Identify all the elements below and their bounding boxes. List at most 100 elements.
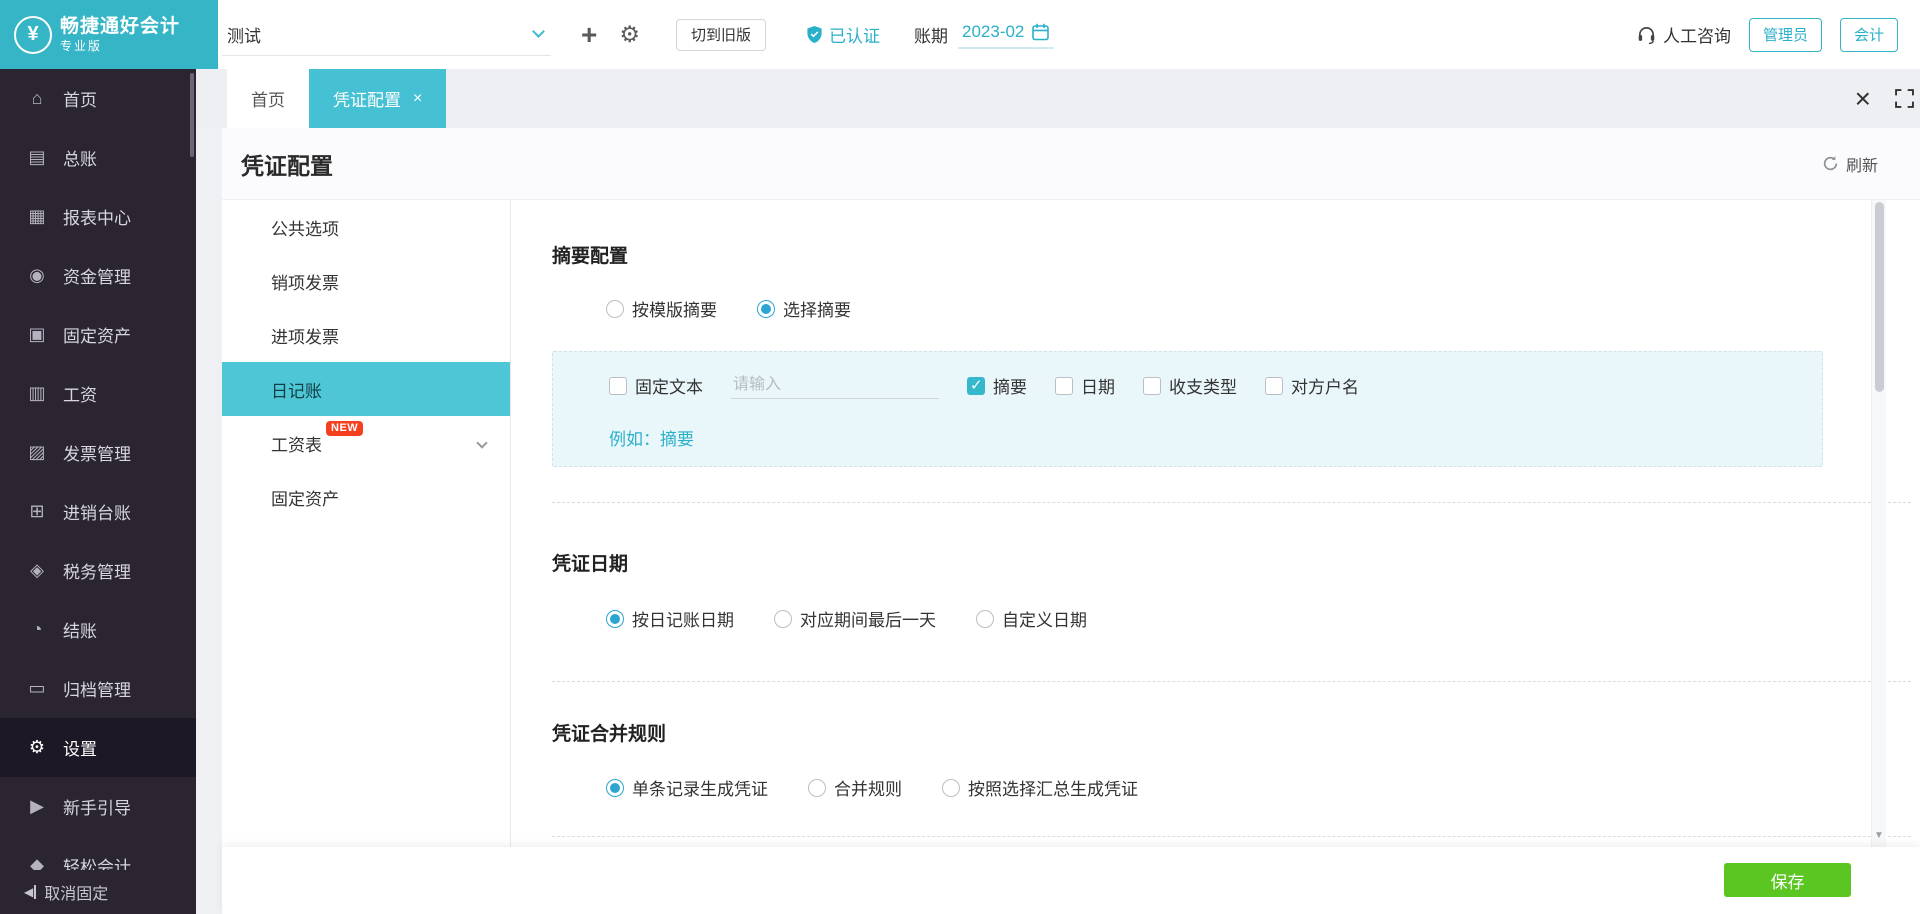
topbar-right: 人工咨询 管理员 会计 <box>1637 0 1898 69</box>
sidebar-item-salary[interactable]: ▥ 工资 <box>0 364 196 423</box>
tab-home[interactable]: 首页 <box>227 69 309 128</box>
example-value: 摘要 <box>660 430 694 449</box>
guide-icon: ▶ <box>26 796 48 817</box>
radio-merge-by-selection[interactable]: 按照选择汇总生成凭证 <box>942 775 1138 800</box>
submenu-item-label: 公共选项 <box>271 215 339 240</box>
new-badge: NEW <box>326 421 363 436</box>
refresh-label: 刷新 <box>1846 152 1878 176</box>
support-label: 人工咨询 <box>1663 22 1731 47</box>
tab-label: 凭证配置 <box>333 86 401 111</box>
summary-mode-radios: 按模版摘要 选择摘要 <box>606 296 1911 321</box>
submenu-item-salary-sheet[interactable]: 工资表 NEW <box>222 416 510 470</box>
brand-title: 畅捷通好会计 <box>60 16 180 38</box>
close-icon[interactable]: × <box>1855 85 1871 113</box>
collapse-icon: ◀ <box>24 885 33 899</box>
checkbox-icon <box>1055 377 1073 395</box>
admin-button[interactable]: 管理员 <box>1749 18 1822 52</box>
company-name: 测试 <box>227 22 261 47</box>
submenu-item-fixed-assets[interactable]: 固定资产 <box>222 470 510 524</box>
checkbox-summary[interactable]: 摘要 <box>967 373 1027 398</box>
brand-text: 畅捷通好会计 专业版 <box>60 16 180 54</box>
sidebar-scrollbar[interactable] <box>190 73 194 157</box>
sidebar-item-home[interactable]: ⌂ 首页 <box>0 69 196 128</box>
submenu-item-label: 销项发票 <box>271 269 339 294</box>
certified-label: 已认证 <box>829 22 880 47</box>
submenu-item-purchase-invoice[interactable]: 进项发票 <box>222 308 510 362</box>
sidebar-item-archive[interactable]: ▭ 归档管理 <box>0 659 196 718</box>
sidebar-item-tax[interactable]: ◈ 税务管理 <box>0 541 196 600</box>
sidebar-item-fixed-assets[interactable]: ▣ 固定资产 <box>0 305 196 364</box>
radio-journal-date[interactable]: 按日记账日期 <box>606 606 734 631</box>
support-link[interactable]: 人工咨询 <box>1637 22 1731 47</box>
headset-icon <box>1637 25 1656 44</box>
radio-icon <box>606 779 624 797</box>
radio-custom-date[interactable]: 自定义日期 <box>976 606 1087 631</box>
radio-label: 合并规则 <box>834 775 902 800</box>
sidebar-item-closing[interactable]: ◔ 结账 <box>0 600 196 659</box>
checkbox-label: 收支类型 <box>1169 373 1237 398</box>
refresh-button[interactable]: 刷新 <box>1822 152 1878 176</box>
scrollbar-thumb[interactable] <box>1875 202 1884 392</box>
company-select[interactable]: 测试 <box>222 14 551 56</box>
submenu-item-journal[interactable]: 日记账 <box>222 362 510 416</box>
radio-icon <box>976 610 994 628</box>
radio-label: 对应期间最后一天 <box>800 606 936 631</box>
sidebar-item-guide[interactable]: ▶ 新手引导 <box>0 777 196 836</box>
tab-voucher-config[interactable]: 凭证配置 × <box>309 69 446 128</box>
topbar: ¥ 畅捷通好会计 专业版 测试 + ⚙ 切到旧版 已认证 账期 <box>0 0 1920 69</box>
sidebar-item-funds[interactable]: ◉ 资金管理 <box>0 246 196 305</box>
submenu-item-label: 进项发票 <box>271 323 339 348</box>
unpin-sidebar-button[interactable]: ◀ 取消固定 <box>0 870 196 914</box>
checkbox-counterparty-name[interactable]: 对方户名 <box>1265 373 1359 398</box>
add-account-set-button[interactable]: + <box>581 21 597 49</box>
save-button[interactable]: 保存 <box>1724 863 1851 897</box>
radio-template-summary[interactable]: 按模版摘要 <box>606 296 717 321</box>
checkbox-label: 日期 <box>1081 373 1115 398</box>
checkbox-date[interactable]: 日期 <box>1055 373 1115 398</box>
tax-icon: ◈ <box>26 560 48 581</box>
checkbox-label: 摘要 <box>993 373 1027 398</box>
switch-old-version-button[interactable]: 切到旧版 <box>676 19 766 51</box>
page-body: 公共选项 销项发票 进项发票 日记账 工资表 NEW 固定资产 摘要配置 <box>222 200 1920 847</box>
sidebar: ⌂ 首页 ▤ 总账 ▦ 报表中心 ◉ 资金管理 ▣ 固定资产 ▥ 工资 ▨ 发票… <box>0 69 196 914</box>
radio-period-last-day[interactable]: 对应期间最后一天 <box>774 606 936 631</box>
example-label: 例如： <box>609 430 660 449</box>
period-label: 账期 <box>914 22 948 47</box>
checkbox-fixed-text[interactable]: 固定文本 <box>609 373 703 398</box>
radio-icon <box>942 779 960 797</box>
sidebar-item-settings[interactable]: ⚙ 设置 <box>0 718 196 777</box>
accountant-button[interactable]: 会计 <box>1840 18 1898 52</box>
radio-label: 按日记账日期 <box>632 606 734 631</box>
config-content: 摘要配置 按模版摘要 选择摘要 固定文本 <box>511 200 1920 847</box>
tab-close-icon[interactable]: × <box>413 91 422 107</box>
submenu-item-sales-invoice[interactable]: 销项发票 <box>222 254 510 308</box>
sidebar-item-report-center[interactable]: ▦ 报表中心 <box>0 187 196 246</box>
checkbox-income-expense-type[interactable]: 收支类型 <box>1143 373 1237 398</box>
sidebar-item-inventory-ledger[interactable]: ⊞ 进销台账 <box>0 482 196 541</box>
radio-single-record[interactable]: 单条记录生成凭证 <box>606 775 768 800</box>
brand-logo-icon: ¥ <box>14 16 52 54</box>
report-icon: ▦ <box>26 206 48 227</box>
radio-label: 选择摘要 <box>783 296 851 321</box>
sidebar-item-label: 首页 <box>63 86 97 111</box>
sidebar-item-label: 总账 <box>63 145 97 170</box>
submenu-item-label: 工资表 <box>271 431 322 456</box>
radio-select-summary[interactable]: 选择摘要 <box>757 296 851 321</box>
checkbox-label: 固定文本 <box>635 373 703 398</box>
sidebar-item-label: 设置 <box>63 735 97 760</box>
sidebar-item-general-ledger[interactable]: ▤ 总账 <box>0 128 196 187</box>
checkbox-icon <box>609 377 627 395</box>
fullscreen-icon[interactable] <box>1895 89 1914 108</box>
divider <box>552 836 1911 837</box>
radio-merge-rule[interactable]: 合并规则 <box>808 775 902 800</box>
radio-icon <box>606 300 624 318</box>
scroll-down-icon[interactable]: ▼ <box>1872 830 1886 841</box>
period-date-picker[interactable]: 2023-02 <box>958 20 1054 49</box>
chevron-down-icon[interactable] <box>476 437 487 448</box>
submenu-item-common-options[interactable]: 公共选项 <box>222 200 510 254</box>
content-scrollbar[interactable]: ▼ <box>1871 200 1886 847</box>
fixed-text-input[interactable] <box>731 372 939 399</box>
sidebar-item-invoice[interactable]: ▨ 发票管理 <box>0 423 196 482</box>
settings-gear-icon[interactable]: ⚙ <box>619 23 640 46</box>
page-title: 凭证配置 <box>241 147 333 181</box>
